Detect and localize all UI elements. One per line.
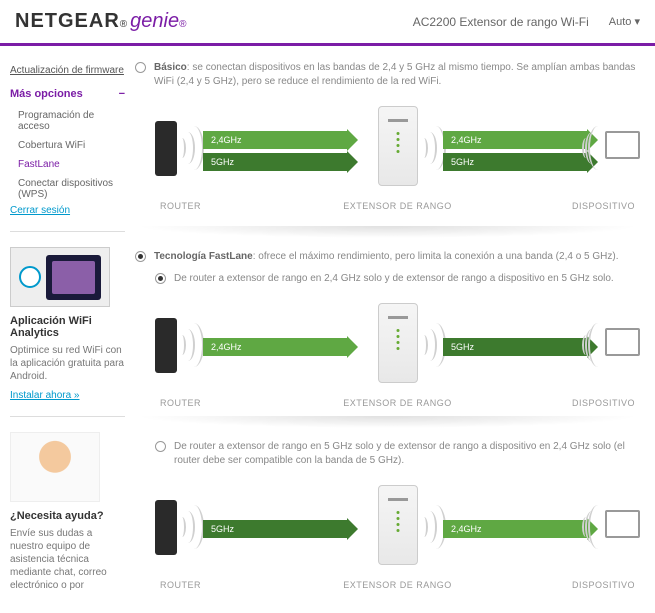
nav-more-options[interactable]: Más opciones− [10, 80, 125, 106]
logout-link[interactable]: Cerrar sesión [10, 195, 70, 226]
phone-icon [46, 255, 101, 300]
app-icon [19, 266, 41, 288]
promo-help: ¿Necesita ayuda? Envíe sus dudas a nuest… [10, 416, 125, 592]
device-icon [605, 328, 640, 356]
router-label: ROUTER [160, 398, 201, 408]
option-fastlane-text: Tecnología FastLane: ofrece el máximo re… [154, 250, 618, 264]
diagram-fastlane-1: 2,4GHz 5GHz ROUTER EXTENSOR DE RANGO DIS… [155, 298, 640, 408]
divider [135, 226, 640, 238]
radio-fastlane-sub1[interactable] [155, 273, 166, 284]
device-icon [605, 510, 640, 538]
logo-brand: NETGEAR [15, 10, 120, 33]
signal-icon [178, 320, 198, 370]
router-label: ROUTER [160, 580, 201, 590]
device-icon [605, 131, 640, 159]
promo-help-desc: Envíe sus dudas a nuestro equipo de asis… [10, 527, 125, 592]
router-icon [155, 318, 177, 373]
band-24-bar: 2,4GHz [203, 338, 348, 356]
band-24-bar: 2,4GHz [203, 131, 348, 149]
option-basic-text: Básico: se conectan dispositivos en las … [154, 61, 640, 89]
product-name: AC2200 Extensor de rango Wi-Fi [413, 15, 589, 29]
extender-icon [378, 106, 418, 186]
device-label: DISPOSITIVO [572, 398, 635, 408]
band-5-bar: 5GHz [443, 338, 588, 356]
device-label: DISPOSITIVO [572, 580, 635, 590]
signal-icon [420, 502, 440, 552]
option-basic: Básico: se conectan dispositivos en las … [135, 61, 640, 211]
nav-fastlane[interactable]: FastLane [10, 155, 125, 174]
signal-icon [178, 502, 198, 552]
signal-icon [420, 123, 440, 173]
device-label: DISPOSITIVO [572, 201, 635, 211]
sidebar: Actualización de firmware Más opciones− … [0, 46, 135, 613]
promo-analytics-desc: Optimice su red WiFi con la aplicación g… [10, 344, 125, 383]
router-icon [155, 121, 177, 176]
header-right: AC2200 Extensor de rango Wi-Fi Auto ▾ [413, 15, 640, 29]
divider [135, 416, 640, 428]
promo-help-title: ¿Necesita ayuda? [10, 510, 125, 522]
band-5-bar: 5GHz [203, 520, 348, 538]
option-fastlane-sub1-text: De router a extensor de rango en 2,4 GHz… [174, 272, 614, 286]
diagram-basic: 2,4GHz 5GHz 2,4GHz 5GHz ROUTER EXTENSOR … [155, 101, 640, 211]
extender-label: EXTENSOR DE RANGO [343, 580, 452, 590]
radio-basic[interactable] [135, 62, 146, 73]
band-5-bar: 5GHz [443, 153, 588, 171]
support-person-image [10, 432, 100, 502]
router-label: ROUTER [160, 201, 201, 211]
promo-install-link[interactable]: Instalar ahora » [10, 390, 80, 401]
extender-icon [378, 485, 418, 565]
diagram-fastlane-2: 5GHz 2,4GHz ROUTER EXTENSOR DE RANGO DIS… [155, 480, 640, 590]
band-5-bar: 5GHz [203, 153, 348, 171]
radio-fastlane-sub2[interactable] [155, 441, 166, 452]
main-content: Básico: se conectan dispositivos en las … [135, 46, 655, 613]
promo-analytics-image [10, 247, 110, 307]
extender-icon [378, 303, 418, 383]
signal-icon [178, 123, 198, 173]
signal-icon [582, 502, 602, 552]
nav-access-schedule[interactable]: Programación de acceso [10, 106, 125, 136]
extender-label: EXTENSOR DE RANGO [343, 201, 452, 211]
promo-analytics-title: Aplicación WiFi Analytics [10, 315, 125, 339]
auto-dropdown[interactable]: Auto ▾ [609, 15, 640, 28]
band-24-bar: 2,4GHz [443, 131, 588, 149]
logo-sub: genie [130, 10, 179, 33]
option-fastlane-sub2-text: De router a extensor de rango en 5 GHz s… [174, 440, 640, 468]
signal-icon [582, 123, 602, 173]
signal-icon [420, 320, 440, 370]
promo-analytics: Aplicación WiFi Analytics Optimice su re… [10, 231, 125, 401]
header: NETGEAR® genie® AC2200 Extensor de rango… [0, 0, 655, 46]
nav-firmware-update[interactable]: Actualización de firmware [10, 61, 125, 80]
extender-label: EXTENSOR DE RANGO [343, 398, 452, 408]
option-fastlane: Tecnología FastLane: ofrece el máximo re… [135, 250, 640, 590]
radio-fastlane[interactable] [135, 251, 146, 262]
collapse-icon: − [119, 88, 125, 100]
signal-icon [582, 320, 602, 370]
logo: NETGEAR® genie® [15, 10, 186, 33]
nav-wifi-coverage[interactable]: Cobertura WiFi [10, 136, 125, 155]
router-icon [155, 500, 177, 555]
band-24-bar: 2,4GHz [443, 520, 588, 538]
